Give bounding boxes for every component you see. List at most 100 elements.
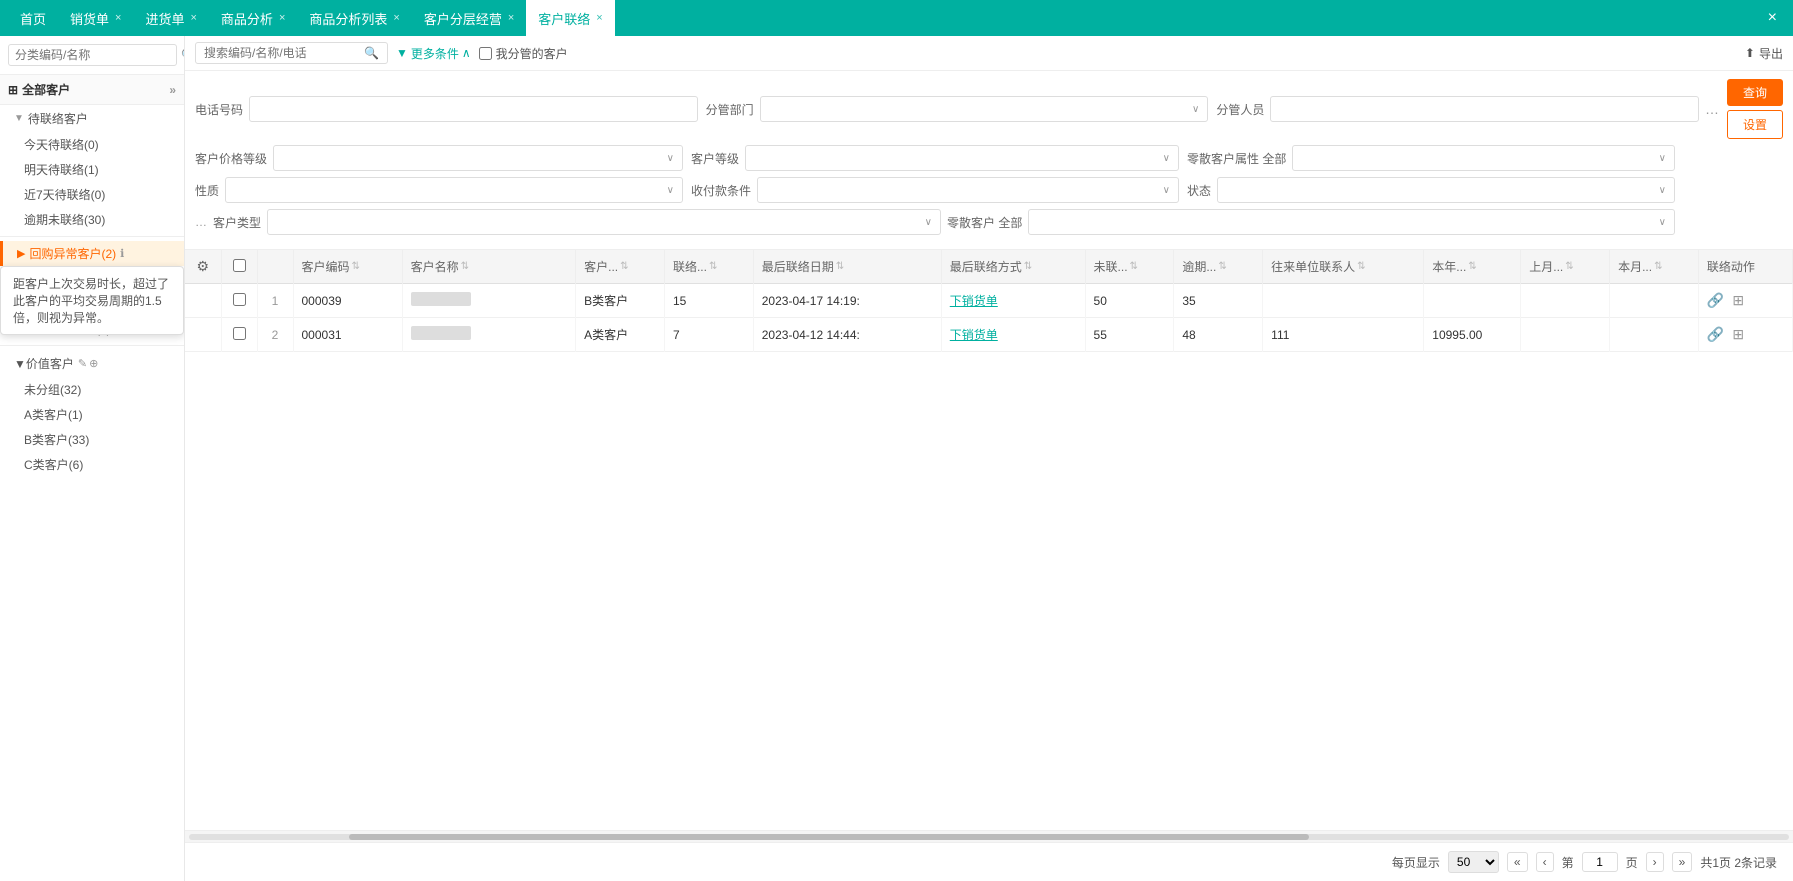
action-link-1[interactable]: 🔗 [1707,326,1724,343]
scatter-attr-select[interactable]: ∨ [1292,145,1675,171]
sidebar-item-week[interactable]: 近7天待联络(0) [0,182,184,207]
sidebar-item-class-c[interactable]: C类客户(6) [0,452,184,477]
price-grade-select[interactable]: ∨ [273,145,683,171]
tab-product-analysis[interactable]: 商品分析 × [209,0,297,36]
phone-input[interactable] [249,96,698,122]
tab-home[interactable]: 首页 [8,0,58,36]
per-page-select[interactable]: 50 100 200 [1448,851,1499,873]
sort-name-icon[interactable]: ⇅ [461,261,469,272]
col-header-num [257,250,293,284]
payment-select[interactable]: ∨ [757,177,1179,203]
sidebar-item-tomorrow[interactable]: 明天待联络(1) [0,157,184,182]
info-icon-abnormal[interactable]: ℹ [120,247,124,260]
col-header-unit-contacts: 往来单位联系人 ⇅ [1263,250,1424,284]
sidebar-search-input[interactable] [8,44,177,66]
close-tab-product-list[interactable]: × [393,12,399,24]
payment-label: 收付款条件 [691,182,751,199]
filter-row-3: 性质 ∨ 收付款条件 ∨ 状态 [195,177,1783,203]
my-customers-filter: 我分管的客户 [479,45,568,62]
status-select[interactable]: ∨ [1217,177,1675,203]
last-page-btn[interactable]: » [1672,852,1693,872]
per-page-label: 每页显示 [1392,854,1440,871]
row-last-date-0: 2023-04-17 14:19: [753,284,941,318]
sort-year-icon[interactable]: ⇅ [1468,261,1476,272]
next-page-btn[interactable]: › [1646,852,1664,872]
top-navigation: 首页 销货单 × 进货单 × 商品分析 × 商品分析列表 × 客户分层经营 × … [0,0,1793,36]
action-link-0[interactable]: 🔗 [1707,292,1724,309]
customer-table: ⚙ 客户编码 ⇅ [185,250,1793,830]
chevron-up-icon: ∧ [462,46,471,60]
query-button[interactable]: 查询 [1727,79,1783,106]
sidebar-collapse-icon[interactable]: » [169,83,176,97]
close-tab-segments[interactable]: × [508,12,514,24]
more-dots[interactable]: … [195,215,207,229]
dept-select[interactable]: ∨ [760,96,1209,122]
page-input[interactable] [1582,852,1618,872]
sort-contact-icon[interactable]: ⇅ [709,261,717,272]
sidebar-item-abnormal-repurchase[interactable]: ▶ 回购异常客户(2) ℹ [0,241,184,266]
col-header-settings[interactable]: ⚙ [185,250,221,284]
sort-code-icon[interactable]: ⇅ [352,261,360,272]
sort-unit-icon[interactable]: ⇅ [1357,261,1365,272]
col-header-last-date: 最后联络日期 ⇅ [753,250,941,284]
action-grid-0[interactable]: ⊞ [1732,292,1744,309]
close-tab-product-analysis[interactable]: × [279,12,285,24]
person-more-icon[interactable]: … [1705,101,1719,117]
nature-select[interactable]: ∨ [225,177,683,203]
pagination-bar: 每页显示 50 100 200 « ‹ 第 页 › » 共1页 2条记录 [185,842,1793,881]
sort-lmonth-icon[interactable]: ⇅ [1565,261,1573,272]
first-page-btn[interactable]: « [1507,852,1528,872]
tab-sales-order[interactable]: 销货单 × [58,0,133,36]
sort-tmonth-icon[interactable]: ⇅ [1654,261,1662,272]
my-customers-checkbox[interactable] [479,47,492,60]
row-checkbox-0[interactable] [233,293,246,306]
sort-overdue-icon[interactable]: ⇅ [1218,261,1226,272]
select-all-checkbox[interactable] [233,259,246,272]
window-close-button[interactable]: × [1760,9,1785,27]
row-checkbox-1[interactable] [233,327,246,340]
scatter-select[interactable]: ∨ [1028,209,1675,235]
tab-product-analysis-list[interactable]: 商品分析列表 × [297,0,411,36]
search-input[interactable] [204,46,364,60]
close-tab-sales[interactable]: × [115,12,121,24]
table-settings-icon[interactable]: ⚙ [196,258,209,274]
tab-customer-segments[interactable]: 客户分层经营 × [412,0,526,36]
sidebar-group-value[interactable]: ▼ 价值客户 ✎ ⊕ [0,350,184,377]
sidebar-item-ungrouped[interactable]: 未分组(32) [0,377,184,402]
horizontal-scrollbar[interactable] [185,830,1793,842]
export-button[interactable]: ⬆ 导出 [1745,45,1783,62]
tab-purchase-order[interactable]: 进货单 × [133,0,208,36]
sidebar-item-class-b[interactable]: B类客户(33) [0,427,184,452]
action-grid-1[interactable]: ⊞ [1732,326,1744,343]
close-tab-purchase[interactable]: × [190,12,196,24]
settings-button[interactable]: 设置 [1727,110,1783,139]
sidebar-search-icon[interactable]: 🔍 [181,48,185,62]
sort-contact-type-icon[interactable]: ⇅ [1024,261,1032,272]
last-type-link-1[interactable]: 下销货单 [950,328,998,342]
add-group-icon[interactable]: ⊕ [89,357,98,370]
filter-cell-person: 分管人员 … [1216,96,1719,122]
scatter-label: 零散客户 全部 [947,214,1022,231]
col-header-this-month: 本月... ⇅ [1610,250,1699,284]
sidebar-item-class-a[interactable]: A类客户(1) [0,402,184,427]
edit-group-icon[interactable]: ✎ [78,357,87,370]
sidebar-item-overdue[interactable]: 逾期未联络(30) [0,207,184,232]
sidebar-group-pending[interactable]: ▼ 待联络客户 [0,105,184,132]
sort-date-icon[interactable]: ⇅ [836,261,844,272]
more-conditions-btn[interactable]: ▼ 更多条件 ∧ [396,45,471,62]
sidebar-item-today[interactable]: 今天待联络(0) [0,132,184,157]
row-this-year-1: 10995.00 [1424,318,1521,352]
last-type-link-0[interactable]: 下销货单 [950,294,998,308]
close-tab-contact[interactable]: × [596,12,602,24]
customer-grade-select[interactable]: ∨ [745,145,1179,171]
search-submit-icon[interactable]: 🔍 [364,46,379,60]
person-select[interactable] [1270,96,1699,122]
row-last-month-0 [1521,284,1610,318]
customer-type-select[interactable]: ∨ [267,209,941,235]
scroll-thumb[interactable] [349,834,1309,840]
tab-customer-contact[interactable]: 客户联络 × [526,0,614,36]
prev-page-btn[interactable]: ‹ [1536,852,1554,872]
col-header-name: 客户名称 ⇅ [402,250,576,284]
sort-type-icon[interactable]: ⇅ [620,261,628,272]
sort-uncontacted-icon[interactable]: ⇅ [1130,261,1138,272]
